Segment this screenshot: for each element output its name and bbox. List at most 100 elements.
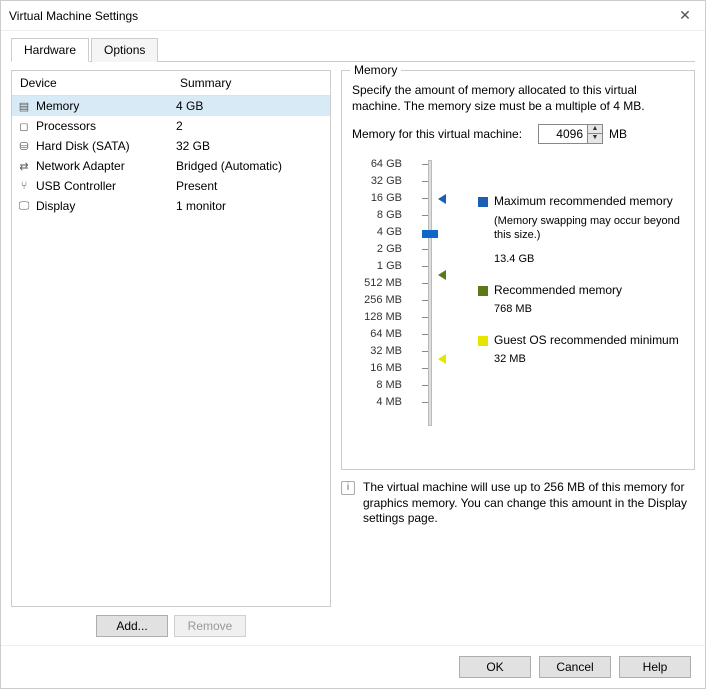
tick-label: 32 GB [352,173,402,190]
tick-label: 512 MB [352,275,402,292]
tick-label: 64 MB [352,326,402,343]
swatch-green-icon [478,286,488,296]
usb-icon: ⑂ [16,178,32,194]
tick-label: 16 GB [352,190,402,207]
tick-label: 8 MB [352,377,402,394]
device-summary: 4 GB [176,99,326,113]
device-row-memory[interactable]: ▤ Memory 4 GB [12,96,330,116]
window-title: Virtual Machine Settings [9,9,673,23]
device-name: Memory [36,99,79,113]
memory-slider-area: 64 GB32 GB16 GB8 GB4 GB2 GB1 GB512 MB256… [352,156,684,411]
tab-strip: Hardware Options [1,31,705,61]
device-summary: 2 [176,119,326,133]
content-area: Device Summary ▤ Memory 4 GB ◻ Processors 2 ⛁ H… [11,61,695,645]
tick-label: 32 MB [352,343,402,360]
remove-button: Remove [174,615,246,637]
memory-input-row: Memory for this virtual machine: ▲ ▼ MB [352,124,684,144]
tick-mark [422,351,428,352]
marker-rec-icon [438,270,446,280]
tick-mark [422,334,428,335]
device-name: Hard Disk (SATA) [36,139,130,153]
tick-mark [422,300,428,301]
tick-mark [422,164,428,165]
slider-track-wrap [410,156,450,411]
slider-legend: Maximum recommended memory (Memory swapp… [458,156,684,411]
slider-tick-labels: 64 GB32 GB16 GB8 GB4 GB2 GB1 GB512 MB256… [352,156,402,411]
tick-label: 256 MB [352,292,402,309]
memory-slider[interactable] [428,160,432,426]
tick-mark [422,283,428,284]
tick-label: 128 MB [352,309,402,326]
tick-label: 4 GB [352,224,402,241]
tick-label: 1 GB [352,258,402,275]
col-device[interactable]: Device [12,71,172,95]
device-row-processors[interactable]: ◻ Processors 2 [12,116,330,136]
left-pane: Device Summary ▤ Memory 4 GB ◻ Processors 2 ⛁ H… [11,70,331,645]
memory-unit: MB [609,127,627,141]
tick-mark [422,249,428,250]
info-icon: i [341,481,355,495]
slider-thumb[interactable] [422,230,438,238]
device-name: Processors [36,119,96,133]
memory-input[interactable] [539,125,587,143]
memory-spinner[interactable]: ▲ ▼ [538,124,603,144]
legend-min-label: Guest OS recommended minimum [494,333,679,349]
col-summary[interactable]: Summary [172,71,330,95]
tick-label: 8 GB [352,207,402,224]
memory-icon: ▤ [16,98,32,114]
close-icon[interactable]: ✕ [673,4,697,28]
right-pane: Memory Specify the amount of memory allo… [341,70,695,645]
legend-max-value: 13.4 GB [494,252,684,266]
tick-label: 2 GB [352,241,402,258]
device-summary: 1 monitor [176,199,326,213]
legend-max: Maximum recommended memory [478,194,684,210]
legend-min-value: 32 MB [494,352,684,366]
legend-rec: Recommended memory [478,283,684,299]
spinner-down-icon[interactable]: ▼ [588,134,602,143]
device-list: Device Summary ▤ Memory 4 GB ◻ Processors 2 ⛁ H… [11,70,331,607]
spinner-arrows: ▲ ▼ [587,125,602,143]
memory-fieldset: Memory Specify the amount of memory allo… [341,70,695,470]
tab-options[interactable]: Options [91,38,158,62]
display-icon: 🖵 [16,198,32,214]
tick-mark [422,198,428,199]
titlebar: Virtual Machine Settings ✕ [1,1,705,31]
tick-mark [422,368,428,369]
device-row-network-adapter[interactable]: ⇄Network AdapterBridged (Automatic) [12,156,330,176]
tick-mark [422,402,428,403]
legend-max-note: (Memory swapping may occur beyond this s… [494,214,684,243]
swatch-blue-icon [478,197,488,207]
memory-legend: Memory [350,63,401,77]
tick-mark [422,385,428,386]
add-button[interactable]: Add... [96,615,168,637]
vm-settings-window: Virtual Machine Settings ✕ Hardware Opti… [0,0,706,689]
device-summary: 32 GB [176,139,326,153]
ok-button[interactable]: OK [459,656,531,678]
device-row-display[interactable]: 🖵Display1 monitor [12,196,330,216]
network-icon: ⇄ [16,158,32,174]
tick-mark [422,181,428,182]
device-row-usb-controller[interactable]: ⑂USB ControllerPresent [12,176,330,196]
legend-min: Guest OS recommended minimum [478,333,684,349]
memory-description: Specify the amount of memory allocated t… [352,83,684,114]
device-name: Network Adapter [36,159,125,173]
spinner-up-icon[interactable]: ▲ [588,125,602,134]
device-name: USB Controller [36,179,116,193]
help-button[interactable]: Help [619,656,691,678]
tick-mark [422,215,428,216]
cpu-icon: ◻ [16,118,32,134]
device-row-hard-disk-sata-[interactable]: ⛁ Hard Disk (SATA) 32 GB [12,136,330,156]
hdd-icon: ⛁ [16,138,32,154]
marker-min-icon [438,354,446,364]
memory-info-row: i The virtual machine will use up to 256… [341,480,695,527]
marker-max-icon [438,194,446,204]
cancel-button[interactable]: Cancel [539,656,611,678]
memory-input-label: Memory for this virtual machine: [352,127,532,141]
memory-info-text: The virtual machine will use up to 256 M… [363,480,695,527]
tab-hardware[interactable]: Hardware [11,38,89,62]
tick-label: 16 MB [352,360,402,377]
swatch-yellow-icon [478,336,488,346]
legend-rec-label: Recommended memory [494,283,622,299]
tick-mark [422,266,428,267]
dialog-buttons: OK Cancel Help [1,645,705,688]
